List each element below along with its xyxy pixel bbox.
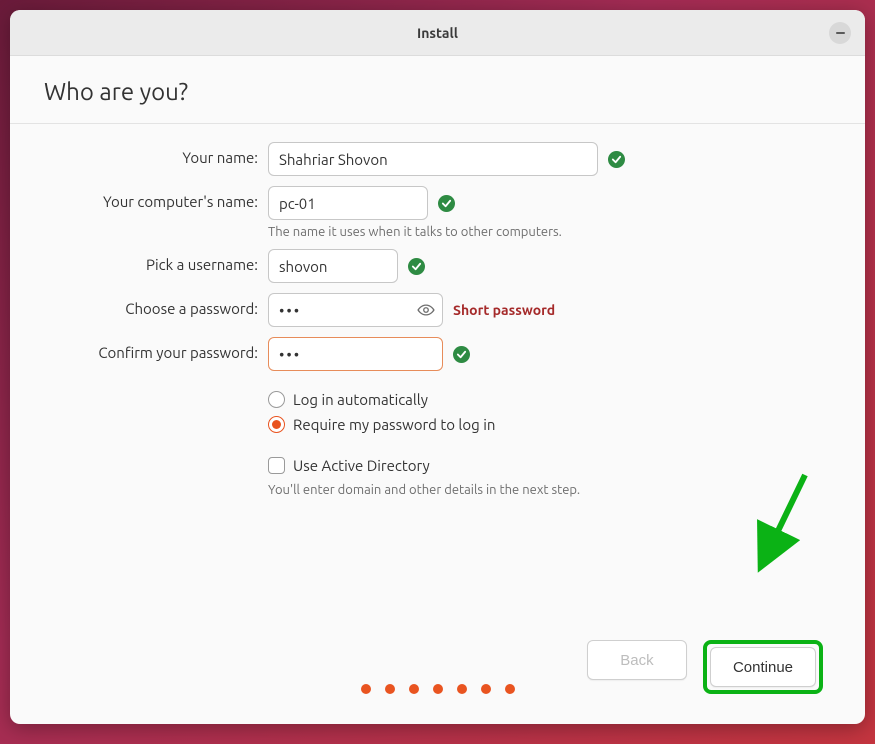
progress-dot (409, 684, 419, 694)
radio-icon (268, 416, 285, 433)
row-active-directory: Use Active Directory You'll enter domain… (50, 447, 825, 497)
window-title: Install (417, 25, 458, 41)
back-button[interactable]: Back (587, 640, 687, 680)
row-computer-name: Your computer's name: The name it uses w… (50, 186, 825, 239)
row-password: Choose a password: Short (50, 293, 825, 327)
checkmark-icon (608, 151, 625, 168)
titlebar: Install (10, 10, 865, 56)
password-strength-warning: Short password (453, 302, 555, 318)
checkbox-active-directory[interactable]: Use Active Directory (268, 453, 430, 478)
annotation-highlight-box: Continue (703, 640, 823, 694)
active-directory-label: Use Active Directory (293, 457, 430, 474)
continue-button[interactable]: Continue (710, 647, 816, 687)
progress-dot (481, 684, 491, 694)
computer-name-label: Your computer's name: (50, 186, 268, 210)
radio-login-auto-label: Log in automatically (293, 391, 428, 408)
radio-login-automatically[interactable]: Log in automatically (268, 387, 428, 412)
progress-dot (457, 684, 467, 694)
progress-dot (505, 684, 515, 694)
install-window: Install Who are you? Your name: (10, 10, 865, 724)
page-title: Who are you? (10, 56, 865, 124)
username-label: Pick a username: (50, 249, 268, 273)
password-label: Choose a password: (50, 293, 268, 317)
progress-dots (361, 684, 515, 694)
content-area: Who are you? Your name: Your computer's … (10, 56, 865, 724)
row-your-name: Your name: (50, 142, 825, 176)
radio-require-password-label: Require my password to log in (293, 416, 495, 433)
confirm-password-input[interactable] (268, 337, 443, 371)
radio-require-password[interactable]: Require my password to log in (268, 412, 495, 437)
your-name-input[interactable] (268, 142, 598, 176)
minimize-button[interactable] (829, 22, 851, 44)
checkmark-icon (438, 195, 455, 212)
checkmark-icon (408, 258, 425, 275)
username-input[interactable] (268, 249, 398, 283)
computer-name-input[interactable] (268, 186, 428, 220)
computer-name-helper: The name it uses when it talks to other … (268, 225, 562, 239)
wizard-footer: Back Continue (10, 640, 865, 724)
checkmark-icon (453, 346, 470, 363)
row-login-options: Log in automatically Require my password… (50, 381, 825, 437)
active-directory-helper: You'll enter domain and other details in… (268, 483, 580, 497)
progress-dot (361, 684, 371, 694)
checkbox-icon (268, 457, 285, 474)
confirm-password-label: Confirm your password: (50, 337, 268, 361)
progress-dot (433, 684, 443, 694)
row-confirm-password: Confirm your password: (50, 337, 825, 371)
row-username: Pick a username: (50, 249, 825, 283)
radio-icon (268, 391, 285, 408)
your-name-label: Your name: (50, 142, 268, 166)
who-are-you-form: Your name: Your computer's name: (10, 124, 865, 507)
eye-icon[interactable] (417, 301, 435, 319)
progress-dot (385, 684, 395, 694)
